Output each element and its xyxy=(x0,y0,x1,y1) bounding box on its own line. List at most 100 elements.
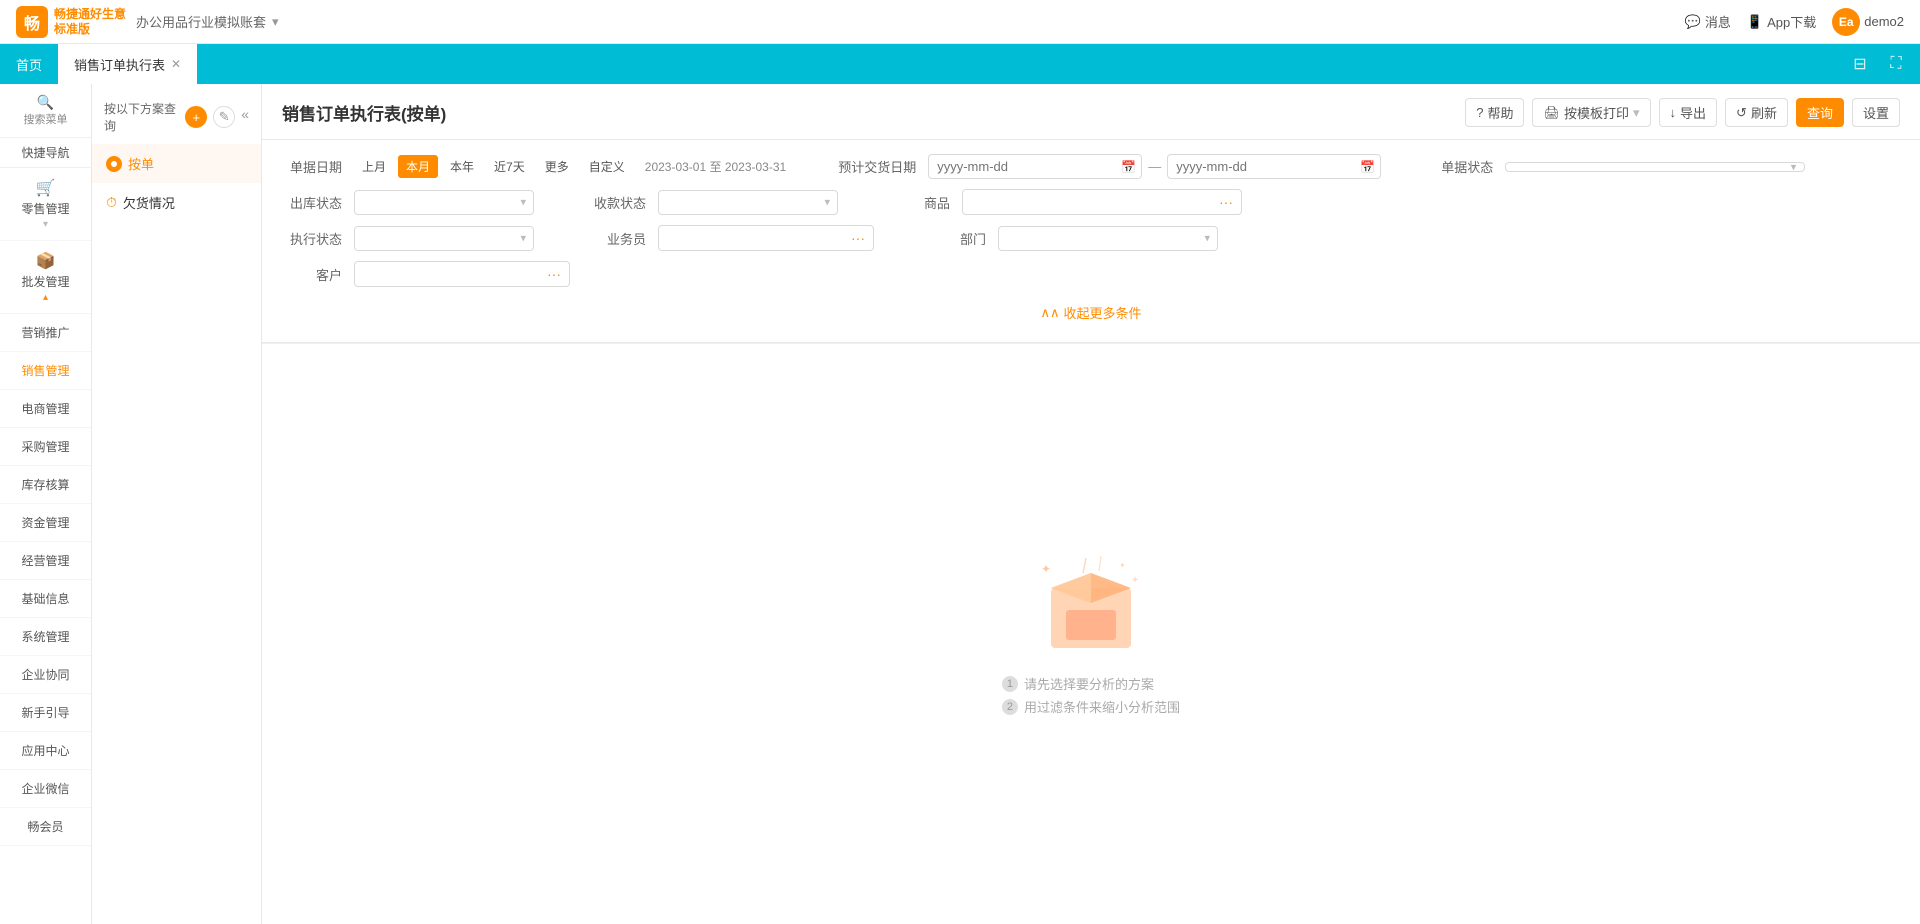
exec-status-select[interactable] xyxy=(354,226,534,251)
logo-icon: 畅 xyxy=(16,6,48,38)
retail-icon: 🛒 xyxy=(36,178,56,198)
sidebar-item-finance[interactable]: 资金管理 xyxy=(0,504,91,542)
sidebar: 🔍 搜索菜单 快捷导航 🛒 零售管理 ▾ 📦 批发管理 ▴ 营销推广 销售管理 … xyxy=(0,84,92,924)
sidebar-quick-nav[interactable]: 快捷导航 xyxy=(0,138,91,168)
print-btn[interactable]: 🖨 按模板打印 ▾ xyxy=(1532,98,1650,127)
settings-btn[interactable]: 设置 xyxy=(1852,98,1900,127)
hint-num-2: 2 xyxy=(1002,699,1018,715)
sidebar-item-member[interactable]: 畅会员 xyxy=(0,808,91,846)
delivery-status-select[interactable] xyxy=(354,190,534,215)
more-btn[interactable]: 更多 xyxy=(537,155,577,178)
delivery-status-label: 出库状态 xyxy=(282,193,342,212)
add-scheme-btn[interactable]: + xyxy=(185,106,207,128)
goods-input-wrap: ··· xyxy=(962,189,1242,215)
receipt-status-select[interactable] xyxy=(658,190,838,215)
user-menu[interactable]: Ea demo2 xyxy=(1832,8,1904,36)
message-btn[interactable]: 💬 消息 xyxy=(1685,12,1731,31)
left-panel: 按以下方案查询 + ✎ « 按单 xyxy=(92,84,262,924)
tab-maximize-btn[interactable]: ⛶ xyxy=(1882,50,1910,78)
sidebar-item-retail[interactable]: 🛒 零售管理 ▾ xyxy=(0,168,91,241)
goods-input[interactable] xyxy=(971,195,1211,210)
top-bar: 畅 畅捷通好生意 标准版 办公用品行业模拟账套 ▾ 💬 消息 📱 App下载 E… xyxy=(0,0,1920,44)
sidebar-item-newbie[interactable]: 新手引导 xyxy=(0,694,91,732)
goods-ellipsis-btn[interactable]: ··· xyxy=(1219,194,1233,210)
expected-date-to-wrap: 📅 xyxy=(1167,154,1381,179)
tab-close-icon[interactable]: ✕ xyxy=(171,57,181,71)
export-icon: ↓ xyxy=(1670,105,1677,120)
main-content: 销售订单执行表(按单) ? 帮助 🖨 按模板打印 ▾ xyxy=(262,84,1920,924)
app-download-btn[interactable]: 📱 App下载 xyxy=(1747,12,1816,31)
prev-month-btn[interactable]: 上月 xyxy=(354,155,394,178)
this-month-btn[interactable]: 本月 xyxy=(398,155,438,178)
last7days-btn[interactable]: 近7天 xyxy=(486,155,533,178)
customer-input-wrap: ··· xyxy=(354,261,570,287)
clock-icon: ⏱ xyxy=(106,194,117,211)
receipt-status-label: 收款状态 xyxy=(586,193,646,212)
tab-bar-actions: ⊟ ⛶ xyxy=(1846,50,1920,78)
custom-btn[interactable]: 自定义 xyxy=(581,155,633,178)
sidebar-item-marketing[interactable]: 营销推广 xyxy=(0,314,91,352)
tab-sales-order[interactable]: 销售订单执行表 ✕ xyxy=(58,44,197,84)
customer-input[interactable] xyxy=(363,267,539,282)
sidebar-item-operations[interactable]: 经营管理 xyxy=(0,542,91,580)
left-panel-header: 按以下方案查询 + ✎ « xyxy=(92,94,261,144)
sidebar-item-wholesale[interactable]: 📦 批发管理 ▴ xyxy=(0,241,91,314)
edit-scheme-btn[interactable]: ✎ xyxy=(213,106,235,128)
main-layout: 🔍 搜索菜单 快捷导航 🛒 零售管理 ▾ 📦 批发管理 ▴ 营销推广 销售管理 … xyxy=(0,84,1920,924)
empty-svg: ✦ ✦ ✦ xyxy=(1031,548,1151,658)
sidebar-search[interactable]: 🔍 搜索菜单 xyxy=(0,84,91,138)
help-icon: ? xyxy=(1476,105,1483,120)
print-dropdown-icon: ▾ xyxy=(1633,105,1640,121)
page-actions: ? 帮助 🖨 按模板打印 ▾ ↓ 导出 xyxy=(1465,98,1900,127)
salesperson-input[interactable] xyxy=(667,231,843,246)
expected-date-to[interactable] xyxy=(1167,154,1381,179)
collapse-more-btn[interactable]: ∧∧ 收起更多条件 xyxy=(282,297,1900,328)
expected-date-range: 📅 — 📅 xyxy=(928,154,1381,179)
tab-home[interactable]: 首页 xyxy=(0,44,58,84)
dropdown-icon[interactable]: ▾ xyxy=(272,14,279,30)
status-chevron-icon: ▾ xyxy=(1791,160,1797,173)
sidebar-item-enterprise[interactable]: 企业协同 xyxy=(0,656,91,694)
empty-illustration: ✦ ✦ ✦ xyxy=(1031,548,1151,658)
collapse-row: ∧∧ 收起更多条件 xyxy=(282,297,1900,328)
export-btn[interactable]: ↓ 导出 xyxy=(1659,98,1718,127)
collapse-left-panel-btn[interactable]: « xyxy=(241,106,249,128)
expected-date-from-wrap: 📅 xyxy=(928,154,1142,179)
empty-hint-1: 1 请先选择要分析的方案 xyxy=(1002,674,1180,693)
sidebar-item-wechat[interactable]: 企业微信 xyxy=(0,770,91,808)
receipt-status-wrap: ▾ xyxy=(658,190,838,215)
sidebar-item-inventory[interactable]: 库存核算 xyxy=(0,466,91,504)
search-btn[interactable]: 查询 xyxy=(1796,98,1844,127)
status-select[interactable]: ▾ xyxy=(1505,162,1805,172)
message-icon: 💬 xyxy=(1685,14,1701,30)
tab-minimize-btn[interactable]: ⊟ xyxy=(1846,50,1874,78)
refresh-btn[interactable]: ↺ 刷新 xyxy=(1725,98,1788,127)
sidebar-item-sales[interactable]: 销售管理 xyxy=(0,352,91,390)
salesperson-ellipsis-btn[interactable]: ··· xyxy=(851,230,865,246)
filter-row-2: 出库状态 ▾ 收款状态 ▾ xyxy=(282,189,1900,215)
left-panel-item-debt[interactable]: ⏱ 欠货情况 xyxy=(92,183,261,222)
help-btn[interactable]: ? 帮助 xyxy=(1465,98,1524,127)
calendar-to-icon: 📅 xyxy=(1360,160,1375,174)
sidebar-item-purchase[interactable]: 采购管理 xyxy=(0,428,91,466)
this-year-btn[interactable]: 本年 xyxy=(442,155,482,178)
expected-date-from[interactable] xyxy=(928,154,1142,179)
wholesale-expand-icon: ▴ xyxy=(43,292,48,303)
page-title: 销售订单执行表(按单) xyxy=(282,100,446,125)
print-icon: 🖨 xyxy=(1543,105,1560,121)
dept-select[interactable] xyxy=(998,226,1218,251)
exec-status-wrap: ▾ xyxy=(354,226,534,251)
tab-bar: 首页 销售订单执行表 ✕ ⊟ ⛶ xyxy=(0,44,1920,84)
customer-ellipsis-btn[interactable]: ··· xyxy=(547,266,561,282)
sidebar-item-ecommerce[interactable]: 电商管理 xyxy=(0,390,91,428)
sidebar-item-base[interactable]: 基础信息 xyxy=(0,580,91,618)
edit-icon: ✎ xyxy=(219,109,230,125)
filter-row-1: 单据日期 上月 本月 本年 近7天 更多 自定义 2023-03-01 至 20… xyxy=(282,154,1900,179)
sidebar-item-app-center[interactable]: 应用中心 xyxy=(0,732,91,770)
filter-row-4: 客户 ··· xyxy=(282,261,1900,287)
sidebar-item-system[interactable]: 系统管理 xyxy=(0,618,91,656)
svg-text:✦: ✦ xyxy=(1131,575,1139,586)
page-title-row: 销售订单执行表(按单) ? 帮助 🖨 按模板打印 ▾ xyxy=(282,98,1900,127)
left-panel-item-order[interactable]: 按单 xyxy=(92,144,261,183)
filter-row-3: 执行状态 ▾ 业务员 ··· 部门 xyxy=(282,225,1900,251)
